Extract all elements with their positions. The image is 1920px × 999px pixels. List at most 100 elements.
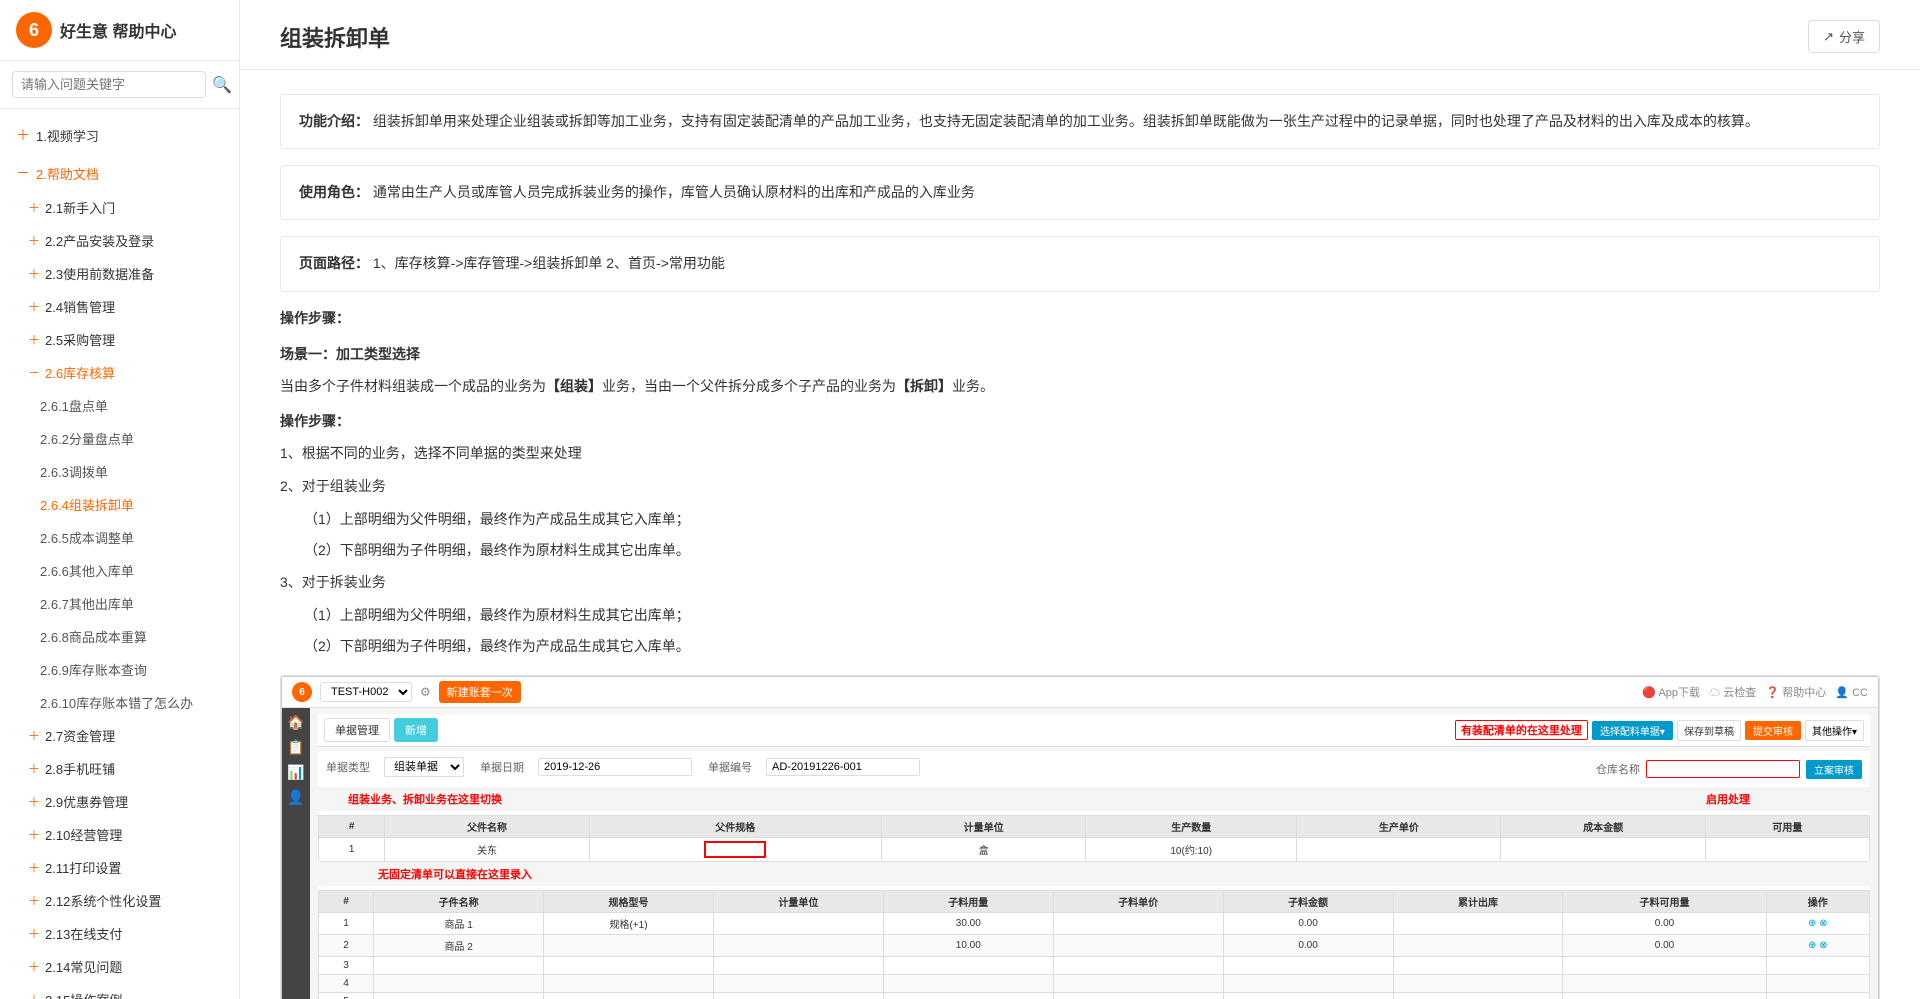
sidebar-item-finance[interactable]: ＋ 2.7资金管理	[0, 719, 239, 752]
sidebar-item-data-prep[interactable]: ＋ 2.3使用前数据准备	[0, 257, 239, 290]
col-child-amt: 子料金额	[1223, 891, 1393, 913]
path-text: 1、库存核算->库存管理->组装拆卸单 2、首页->常用功能	[373, 255, 725, 271]
app-parent-table-container: # 父件名称 父件规格 计量单位 生产数量 生产单价 成本金额 可用量	[318, 811, 1870, 862]
main-header: 组装拆卸单 ↗ 分享	[240, 0, 1920, 70]
path-block: 页面路径： 1、库存核算->库存管理->组装拆卸单 2、首页->常用功能	[280, 236, 1880, 291]
sidebar-item-stock-count[interactable]: 2.6.1盘点单	[0, 389, 239, 422]
nav-sub-2-15: ＋ 2.15操作案例	[0, 983, 239, 999]
app-save-draft-btn[interactable]: 保存到草稿	[1677, 720, 1741, 741]
plus-icon: ＋	[28, 760, 40, 777]
sidebar-item-inventory[interactable]: － 2.6库存核算	[0, 356, 239, 389]
parent-spec-input[interactable]	[710, 844, 760, 855]
plus-icon: ＋	[28, 793, 40, 810]
col-prod-qty: 生产数量	[1086, 816, 1297, 838]
sidebar-item-other-in[interactable]: 2.6.6其他入库单	[0, 554, 239, 587]
warehouse-input[interactable]	[1646, 760, 1800, 778]
form-type-label: 单据类型	[326, 759, 376, 775]
app-other-ops-btn[interactable]: 其他操作▾	[1805, 720, 1864, 741]
plus-icon: ＋	[28, 331, 40, 348]
col-unit2: 计量单位	[713, 891, 883, 913]
sidebar-item-weight-count[interactable]: 2.6.2分量盘点单	[0, 422, 239, 455]
sidebar-item-label: 2.9优惠券管理	[45, 792, 128, 811]
sidebar-item-install[interactable]: ＋ 2.2产品安装及登录	[0, 224, 239, 257]
app-new-account-btn[interactable]: 新建账套一次	[439, 681, 521, 703]
app-tab-list[interactable]: 单据管理	[324, 718, 390, 742]
sidebar-item-cases[interactable]: ＋ 2.15操作案例	[0, 983, 239, 999]
step3-text: 3、对于拆装业务	[280, 570, 1880, 595]
scene1-desc: 当由多个子件材料组装成一个成品的业务为【组装】业务，当由一个父件拆分成多个子产品…	[280, 374, 1880, 399]
cell-amt: 0.00	[1223, 935, 1393, 957]
cell-amt: 0.00	[1223, 913, 1393, 935]
sidebar-item-label: 2.4销售管理	[45, 297, 115, 316]
sidebar-item-faq[interactable]: ＋ 2.14常见问题	[0, 950, 239, 983]
app-select-bom-btn[interactable]: 选择配料单据▾	[1592, 721, 1673, 740]
sidebar-item-online-pay[interactable]: ＋ 2.13在线支付	[0, 917, 239, 950]
nav-sub-2-13: ＋ 2.13在线支付	[0, 917, 239, 950]
sidebar-item-help-docs[interactable]: － 2.帮助文档	[0, 155, 239, 191]
sidebar-item-other-out[interactable]: 2.6.7其他出库单	[0, 587, 239, 620]
role-text: 通常由生产人员或库管人员完成拆装业务的操作，库管人员确认原材料的出库和产成品的入…	[373, 184, 975, 200]
sidebar-item-sales[interactable]: ＋ 2.4销售管理	[0, 290, 239, 323]
sidebar-item-ledger-query[interactable]: 2.6.9库存账本查询	[0, 653, 239, 686]
sidebar-item-label: 2.15操作案例	[45, 990, 122, 999]
sidebar-item-ledger-fix[interactable]: 2.6.10库存账本错了怎么办	[0, 686, 239, 719]
main-body: 功能介绍： 组装拆卸单用来处理企业组装或拆卸等加工业务，支持有固定装配清单的产品…	[240, 70, 1920, 999]
cell-no: 1	[319, 838, 385, 862]
sidebar-item-label: 2.12系统个性化设置	[45, 891, 161, 910]
form-date-input[interactable]	[538, 758, 692, 776]
table-row: 2 商品 2 10.00 0.00 0.00	[319, 935, 1870, 957]
search-input[interactable]	[12, 71, 206, 98]
form-type-input[interactable]: 组装单据	[384, 757, 464, 777]
sidebar-item-label: 2.8手机旺铺	[45, 759, 115, 778]
share-label: 分享	[1839, 27, 1865, 46]
sidebar-item-video-learning[interactable]: ＋ 1.视频学习	[0, 117, 239, 153]
sidebar-item-cost-recalc[interactable]: 2.6.8商品成本重算	[0, 620, 239, 653]
sidebar-item-cost-adjust[interactable]: 2.6.5成本调整单	[0, 521, 239, 554]
path-label: 页面路径：	[299, 255, 369, 271]
share-button[interactable]: ↗ 分享	[1808, 20, 1880, 53]
minus-icon: －	[28, 364, 40, 381]
sidebar-item-label: 2.11打印设置	[45, 858, 121, 877]
sidebar-item-label: 2.1新手入门	[45, 198, 115, 217]
role-block: 使用角色： 通常由生产人员或库管人员完成拆装业务的操作，库管人员确认原材料的出库…	[280, 165, 1880, 220]
cell-spec: 规格(+1)	[544, 913, 714, 935]
sidebar-item-coupon[interactable]: ＋ 2.9优惠券管理	[0, 785, 239, 818]
form-no-input[interactable]	[766, 758, 920, 776]
sidebar-item-label: 2.7资金管理	[45, 726, 115, 745]
table-row: 4	[319, 975, 1870, 993]
app-logo-text: 好生意 帮助中心	[60, 18, 176, 42]
step2-sub1: （1）上部明细为父件明细，最终作为产成品生成其它入库单；	[304, 507, 1880, 532]
app-nav-icons: 🔴 App下载 ☁ 云检查 ❓ 帮助中心 👤 CC	[1642, 684, 1868, 700]
sidebar-item-assembly[interactable]: 2.6.4组装拆卸单	[0, 488, 239, 521]
annotation-direct-input-label: 无固定清单可以直接在这里录入	[378, 869, 532, 881]
sidebar-item-mobile[interactable]: ＋ 2.8手机旺铺	[0, 752, 239, 785]
app-submit-btn[interactable]: 提交审核	[1745, 721, 1801, 740]
cell-avail: 0.00	[1563, 935, 1766, 957]
steps-title: 操作步骤：	[280, 308, 1880, 328]
sidebar-item-mgmt[interactable]: ＋ 2.10经营管理	[0, 818, 239, 851]
plus-icon: ＋	[28, 265, 40, 282]
search-icon[interactable]: 🔍	[212, 75, 232, 95]
row-ops-icon[interactable]: ⊕ ⊗	[1808, 940, 1828, 951]
sidebar-item-transfer[interactable]: 2.6.3调拨单	[0, 455, 239, 488]
plus-icon: ＋	[28, 925, 40, 942]
row-ops-icon[interactable]: ⊕ ⊗	[1808, 918, 1828, 929]
cell-ops: ⊕ ⊗	[1766, 913, 1869, 935]
sidebar-item-newbie[interactable]: ＋ 2.1新手入门	[0, 191, 239, 224]
app-company-select[interactable]: TEST-H002	[320, 682, 412, 702]
sidebar-item-print[interactable]: ＋ 2.11打印设置	[0, 851, 239, 884]
annotation-direct-input: 无固定清单可以直接在这里录入	[318, 866, 1870, 882]
app-tab-new[interactable]: 新增	[394, 718, 438, 742]
nav-section-2: － 2.帮助文档 ＋ 2.1新手入门 ＋ 2.2产品安装及登录	[0, 155, 239, 999]
cell-price	[1053, 913, 1223, 935]
sidebar-item-label: 2.6库存核算	[45, 363, 115, 382]
app-child-table-container: # 子件名称 规格型号 计量单位 子料用量 子料单价 子料金额 累计出库 子料可	[318, 886, 1870, 999]
cell-parent-name: 关东	[385, 838, 589, 862]
sidebar-item-settings[interactable]: ＋ 2.12系统个性化设置	[0, 884, 239, 917]
steps-title2: 操作步骤：	[280, 411, 1880, 431]
sidebar-item-purchase[interactable]: ＋ 2.5采购管理	[0, 323, 239, 356]
nav-sub-2-1: ＋ 2.1新手入门	[0, 191, 239, 224]
app-confirm-btn[interactable]: 立案审核	[1806, 760, 1862, 779]
cell-parent-spec	[589, 838, 881, 862]
chart-icon: 📊	[287, 764, 304, 781]
